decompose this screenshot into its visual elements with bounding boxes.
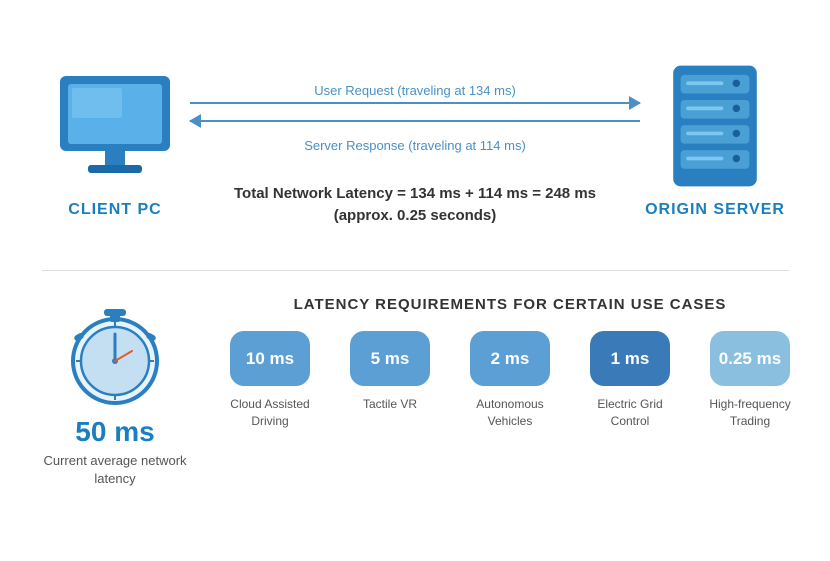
use-case-label: Cloud Assisted Driving: [220, 396, 320, 430]
use-case-bubble: 1 ms: [590, 331, 670, 386]
use-case-bubble: 5 ms: [350, 331, 430, 386]
use-case-item: 0.25 ms High-frequency Trading: [700, 331, 800, 430]
use-case-item: 5 ms Tactile VR: [340, 331, 440, 413]
stopwatch-desc: Current average network latency: [40, 452, 190, 488]
request-label: User Request (traveling at 134 ms): [190, 83, 640, 98]
use-case-label: High-frequency Trading: [700, 396, 800, 430]
use-case-label: Electric Grid Control: [580, 396, 680, 430]
latency-requirements-block: LATENCY REQUIREMENTS FOR CERTAIN USE CAS…: [220, 296, 800, 430]
latency-req-title: LATENCY REQUIREMENTS FOR CERTAIN USE CAS…: [294, 296, 727, 313]
latency-summary: Total Network Latency = 134 ms + 114 ms …: [234, 183, 596, 228]
response-arrow: [190, 120, 640, 122]
bottom-section: 50 ms Current average network latency LA…: [0, 271, 830, 508]
stopwatch-value: 50 ms: [75, 416, 154, 448]
stopwatch-icon: [60, 296, 170, 406]
use-case-label: Autonomous Vehicles: [460, 396, 560, 430]
use-case-item: 2 ms Autonomous Vehicles: [460, 331, 560, 430]
use-case-item: 1 ms Electric Grid Control: [580, 331, 680, 430]
latency-line1: Total Network Latency = 134 ms + 114 ms …: [234, 183, 596, 206]
use-cases-list: 10 ms Cloud Assisted Driving 5 ms Tactile V…: [220, 331, 800, 430]
use-case-item: 10 ms Cloud Assisted Driving: [220, 331, 320, 430]
server-block: ORIGIN SERVER: [640, 61, 790, 219]
use-case-bubble: 0.25 ms: [710, 331, 790, 386]
use-case-label: Tactile VR: [363, 396, 417, 413]
arrows-section: User Request (traveling at 134 ms) Serve…: [190, 53, 640, 228]
request-arrow: [190, 102, 640, 104]
origin-server-icon: [650, 61, 780, 191]
stopwatch-block: 50 ms Current average network latency: [40, 296, 190, 488]
response-label: Server Response (traveling at 114 ms): [190, 138, 640, 153]
use-case-bubble: 2 ms: [470, 331, 550, 386]
client-block: CLIENT PC: [40, 61, 190, 219]
client-label: CLIENT PC: [68, 201, 161, 219]
server-label: ORIGIN SERVER: [645, 201, 785, 219]
client-pc-icon: [50, 61, 180, 191]
latency-line2: (approx. 0.25 seconds): [234, 205, 596, 228]
top-section: CLIENT PC User Request (traveling at 134…: [0, 0, 830, 270]
use-case-bubble: 10 ms: [230, 331, 310, 386]
